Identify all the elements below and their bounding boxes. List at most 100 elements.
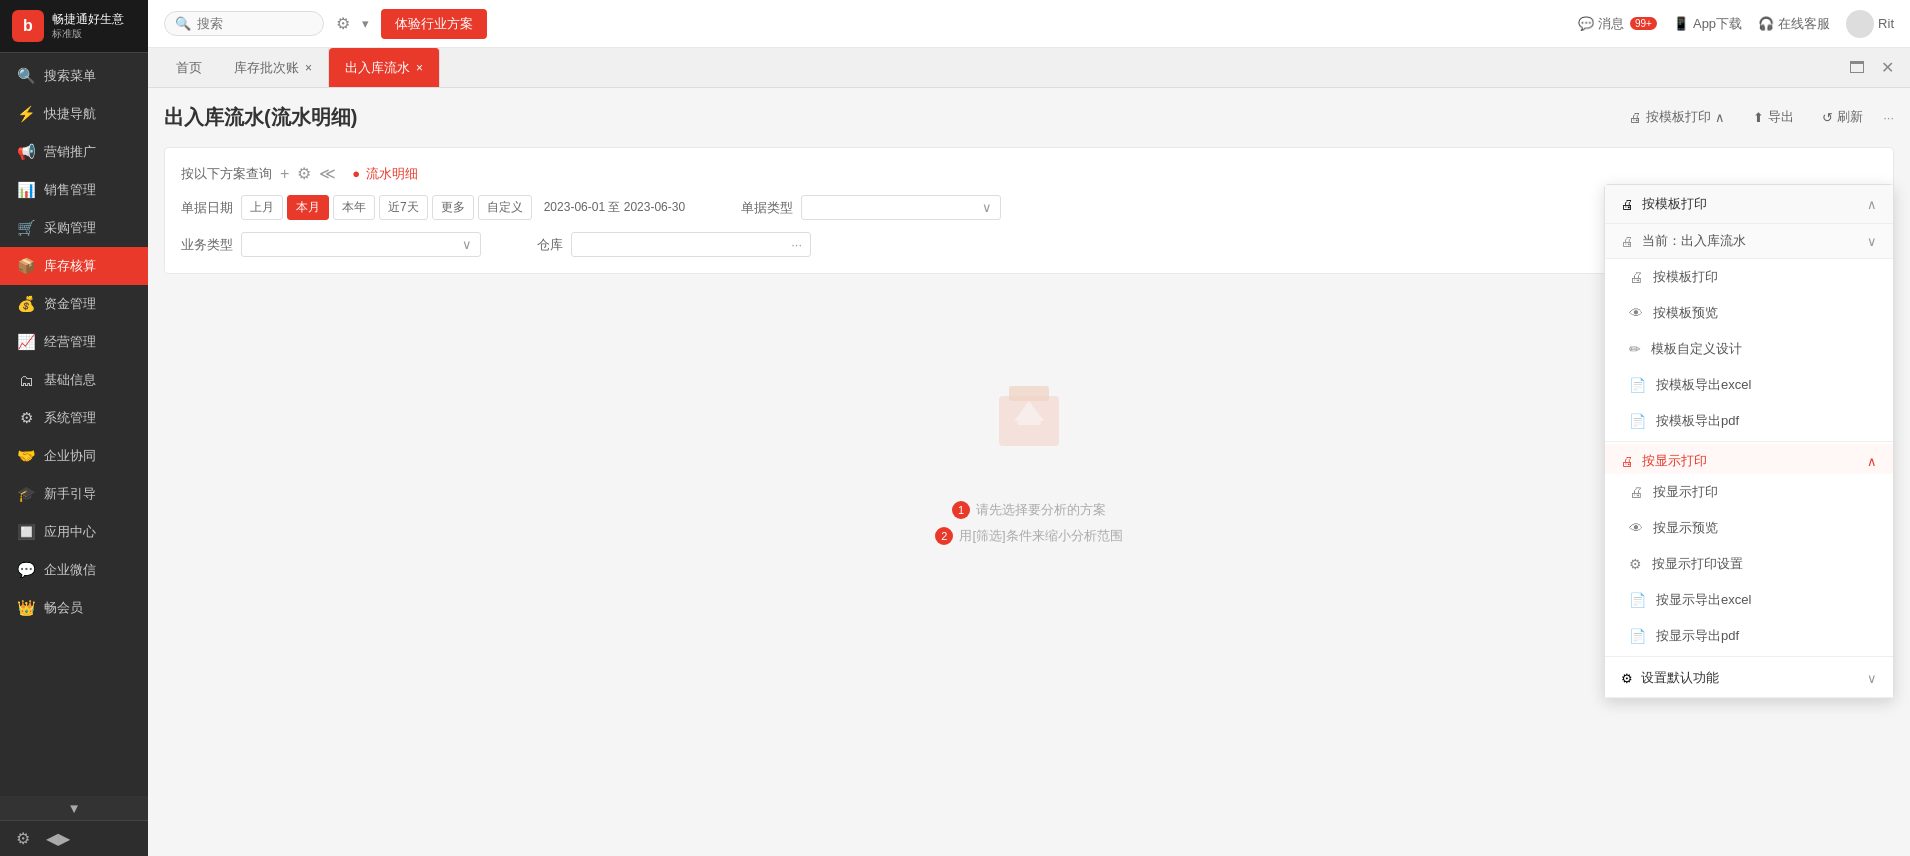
sidebar-item-quick-nav[interactable]: ⚡ 快捷导航 — [0, 95, 148, 133]
doc-type-select[interactable]: ∨ — [801, 195, 1001, 220]
tab-flow-close[interactable]: × — [416, 61, 423, 75]
dropdown-item-template-preview[interactable]: 👁 按模板预览 — [1605, 295, 1893, 331]
filter-business-type-field: 业务类型 ∨ — [181, 232, 481, 257]
main-area: 🔍 ⚙ ▾ 体验行业方案 💬 消息 99+ 📱 App下载 🎧 在线客服 Rit — [148, 0, 1910, 856]
filter-tag-label: 流水明细 — [366, 165, 418, 183]
empty-hint-1: 1 请先选择要分析的方案 — [952, 501, 1106, 519]
hint-text-2: 用[筛选]条件来缩小分析范围 — [959, 527, 1122, 545]
sidebar-scroll-down[interactable]: ▼ — [0, 796, 148, 820]
filter-settings-btn[interactable]: ⚙ — [297, 164, 311, 183]
date-7days-btn[interactable]: 近7天 — [379, 195, 428, 220]
window-close-btn[interactable]: ✕ — [1877, 56, 1898, 79]
filter-doc-type-field: 单据类型 ∨ — [741, 195, 1001, 220]
dropdown-item-template-excel[interactable]: 📄 按模板导出excel — [1605, 367, 1893, 403]
sidebar-item-label: 搜索菜单 — [44, 67, 96, 85]
dropdown-current-row[interactable]: 🖨 当前：出入库流水 ∨ — [1605, 224, 1893, 259]
warehouse-more-icon: ··· — [791, 237, 802, 252]
dropdown-display-header[interactable]: 🖨 按显示打印 ∧ — [1605, 444, 1893, 474]
message-badge: 99+ — [1630, 17, 1657, 30]
date-current-year-btn[interactable]: 本年 — [333, 195, 375, 220]
hint-text-1: 请先选择要分析的方案 — [976, 501, 1106, 519]
tab-batch[interactable]: 库存批次账 × — [218, 48, 329, 87]
purchase-icon: 🛒 — [16, 219, 36, 237]
search-input[interactable] — [197, 16, 297, 31]
display-preview-icon: 👁 — [1629, 520, 1643, 536]
window-restore-btn[interactable]: 🗖 — [1845, 57, 1869, 79]
hint-number-1: 1 — [952, 501, 970, 519]
refresh-btn[interactable]: ↺ 刷新 — [1814, 104, 1871, 130]
topbar-message-btn[interactable]: 💬 消息 99+ — [1578, 15, 1657, 33]
tab-home[interactable]: 首页 — [160, 51, 218, 85]
topbar-online-service-btn[interactable]: 🎧 在线客服 — [1758, 15, 1830, 33]
date-custom-btn[interactable]: 自定义 — [478, 195, 532, 220]
sidebar-item-operation[interactable]: 📈 经营管理 — [0, 323, 148, 361]
sidebar-item-app-center[interactable]: 🔲 应用中心 — [0, 513, 148, 551]
svg-rect-3 — [1017, 421, 1041, 425]
print-template-btn[interactable]: 🖨 按模板打印 ∧ — [1621, 104, 1733, 130]
sidebar-item-weixin[interactable]: 💬 企业微信 — [0, 551, 148, 589]
avatar — [1846, 10, 1874, 38]
more-actions-btn[interactable]: ··· — [1883, 110, 1894, 125]
collab-icon: 🤝 — [16, 447, 36, 465]
sidebar-item-purchase[interactable]: 🛒 采购管理 — [0, 209, 148, 247]
warehouse-select[interactable]: ··· — [571, 232, 811, 257]
dropdown-item-template-design[interactable]: ✏ 模板自定义设计 — [1605, 331, 1893, 367]
export-icon: ⬆ — [1753, 110, 1764, 125]
date-prev-month-btn[interactable]: 上月 — [241, 195, 283, 220]
app-download-label: App下载 — [1693, 15, 1742, 33]
sidebar-collapse-btn[interactable]: ◀▶ — [46, 829, 70, 848]
tab-flow[interactable]: 出入库流水 × — [329, 48, 440, 87]
business-type-select[interactable]: ∨ — [241, 232, 481, 257]
display-excel-label: 按显示导出excel — [1656, 591, 1751, 609]
dropdown-item-display-pdf[interactable]: 📄 按显示导出pdf — [1605, 618, 1893, 654]
search-icon: 🔍 — [16, 67, 36, 85]
sidebar-settings-btn[interactable]: ⚙ — [16, 829, 30, 848]
dropdown-item-template-pdf[interactable]: 📄 按模板导出pdf — [1605, 403, 1893, 439]
dropdown-item-template-print[interactable]: 🖨 按模板打印 — [1605, 259, 1893, 295]
user-name: Rit — [1878, 16, 1894, 31]
display-section-arrow: ∧ — [1867, 454, 1877, 469]
industry-solution-button[interactable]: 体验行业方案 — [381, 9, 487, 39]
dropdown-display-header-inner: 🖨 按显示打印 — [1621, 452, 1707, 470]
weixin-icon: 💬 — [16, 561, 36, 579]
sidebar-item-sales[interactable]: 📊 销售管理 — [0, 171, 148, 209]
dropdown-header[interactable]: 🖨 按模板打印 ∧ — [1605, 185, 1893, 224]
logo-icon: b — [12, 10, 44, 42]
logo-name: 畅捷通好生意 — [52, 11, 124, 28]
sidebar-item-guide[interactable]: 🎓 新手引导 — [0, 475, 148, 513]
sidebar-item-label: 系统管理 — [44, 409, 96, 427]
display-settings-label: 按显示打印设置 — [1652, 555, 1743, 573]
date-field-label: 单据日期 — [181, 199, 233, 217]
dropdown-default-row[interactable]: ⚙ 设置默认功能 ∨ — [1605, 659, 1893, 698]
printer-icon: 🖨 — [1629, 110, 1642, 125]
dropdown-item-display-preview[interactable]: 👁 按显示预览 — [1605, 510, 1893, 546]
date-more-btn[interactable]: 更多 — [432, 195, 474, 220]
topbar-gear-icon[interactable]: ⚙ — [336, 14, 350, 33]
topbar-search[interactable]: 🔍 — [164, 11, 324, 36]
filter-header: 按以下方案查询 + ⚙ ≪ ● 流水明细 — [181, 164, 1877, 183]
sidebar-item-member[interactable]: 👑 畅会员 — [0, 589, 148, 627]
tab-batch-close[interactable]: × — [305, 61, 312, 75]
tab-batch-label: 库存批次账 — [234, 59, 299, 77]
date-range-label: 2023-06-01 至 2023-06-30 — [544, 199, 685, 216]
sidebar-item-basic[interactable]: 🗂 基础信息 — [0, 361, 148, 399]
filter-add-btn[interactable]: + — [280, 165, 289, 183]
dropdown-divider-2 — [1605, 656, 1893, 657]
sidebar-item-label: 库存核算 — [44, 257, 96, 275]
topbar-app-download-btn[interactable]: 📱 App下载 — [1673, 15, 1742, 33]
sidebar-item-system[interactable]: ⚙ 系统管理 — [0, 399, 148, 437]
sidebar-item-finance[interactable]: 💰 资金管理 — [0, 285, 148, 323]
export-btn[interactable]: ⬆ 导出 — [1745, 104, 1802, 130]
sidebar-item-collab[interactable]: 🤝 企业协同 — [0, 437, 148, 475]
dropdown-item-display-settings[interactable]: ⚙ 按显示打印设置 — [1605, 546, 1893, 582]
dropdown-item-display-print[interactable]: 🖨 按显示打印 — [1605, 474, 1893, 510]
dropdown-item-display-excel[interactable]: 📄 按显示导出excel — [1605, 582, 1893, 618]
print-arrow-icon: ∧ — [1715, 110, 1725, 125]
sidebar-item-search[interactable]: 🔍 搜索菜单 — [0, 57, 148, 95]
sidebar-item-marketing[interactable]: 📢 营销推广 — [0, 133, 148, 171]
filter-collapse-btn[interactable]: ≪ — [319, 164, 336, 183]
topbar-user[interactable]: Rit — [1846, 10, 1894, 38]
sidebar-item-inventory[interactable]: 📦 库存核算 — [0, 247, 148, 285]
date-current-month-btn[interactable]: 本月 — [287, 195, 329, 220]
topbar-chevron-icon[interactable]: ▾ — [362, 16, 369, 31]
